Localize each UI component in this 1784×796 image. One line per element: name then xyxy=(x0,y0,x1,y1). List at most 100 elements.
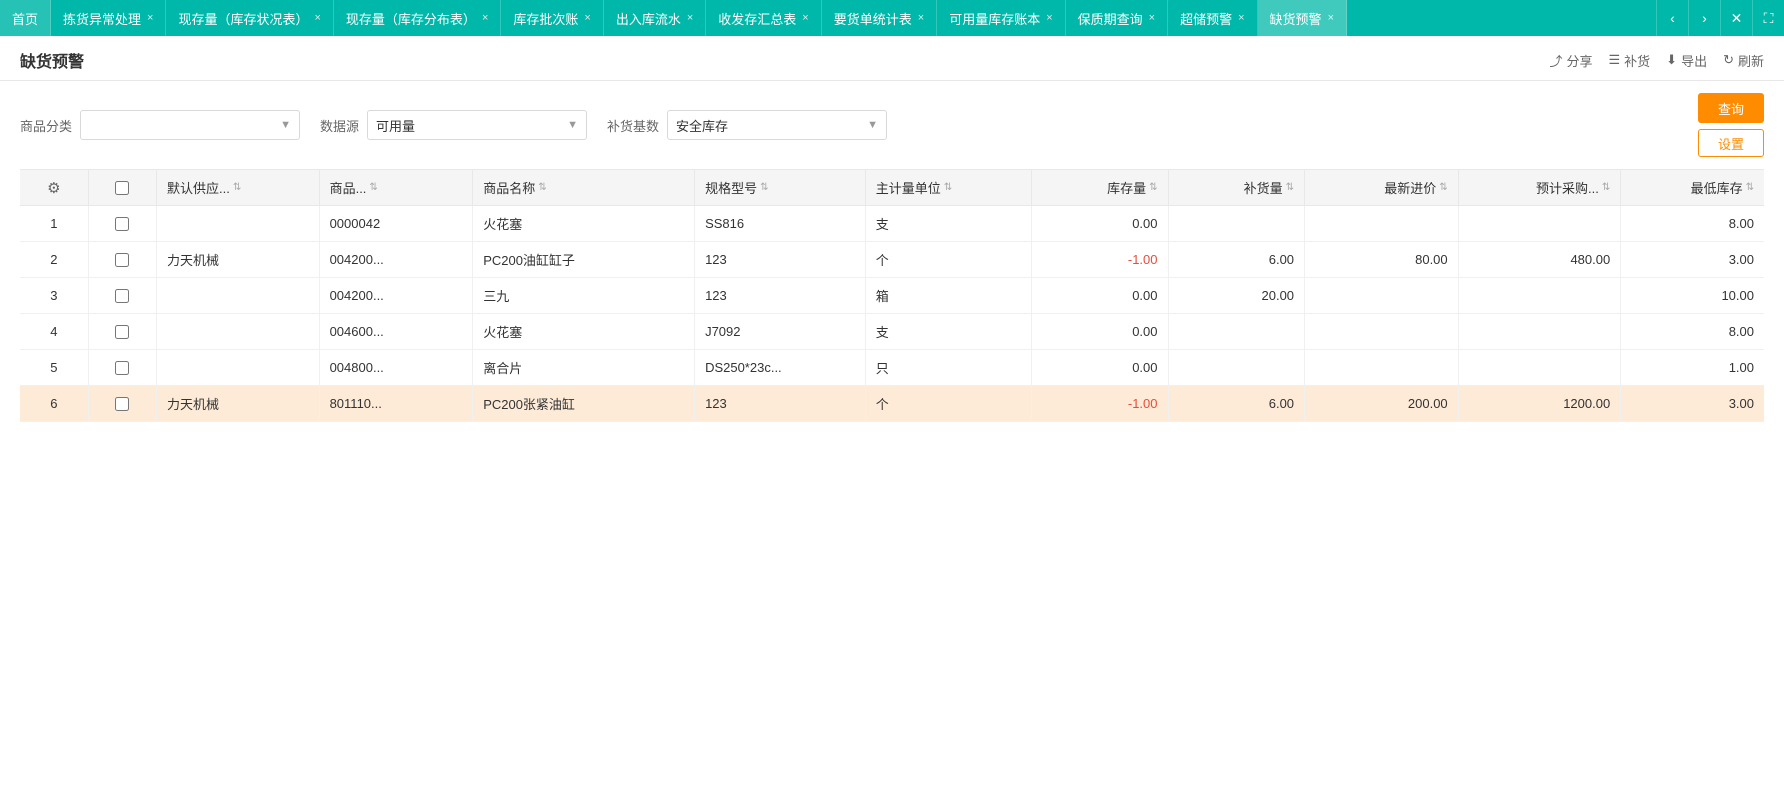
cell-price xyxy=(1305,314,1459,350)
nav-tab-stock2[interactable]: 现存量（库存分布表） × xyxy=(334,0,501,36)
cell-unit: 个 xyxy=(865,386,1031,422)
cell-num: 2 xyxy=(20,242,88,278)
th-min-stock[interactable]: 最低库存 ⇅ xyxy=(1621,170,1764,206)
nav-tab-stock1[interactable]: 现存量（库存状况表） × xyxy=(166,0,333,36)
cell-replenish xyxy=(1168,314,1305,350)
nav-close-btn[interactable]: ✕ xyxy=(1720,0,1752,36)
close-overstock-tab[interactable]: × xyxy=(1238,12,1244,24)
close-batch-tab[interactable]: × xyxy=(584,12,590,24)
sort-replenish-icon: ⇅ xyxy=(1286,182,1294,193)
cell-unit: 箱 xyxy=(865,278,1031,314)
close-expiry-tab[interactable]: × xyxy=(1149,12,1155,24)
table-row: 4 004600... 火花塞 J7092 支 0.00 8.00 xyxy=(20,314,1764,350)
nav-tab-reqstat[interactable]: 要货单统计表 × xyxy=(822,0,937,36)
cell-unit: 个 xyxy=(865,242,1031,278)
sort-supplier-icon: ⇅ xyxy=(233,182,241,193)
category-label: 商品分类 xyxy=(20,116,72,135)
th-supplier[interactable]: 默认供应... ⇅ xyxy=(157,170,320,206)
cell-num: 1 xyxy=(20,206,88,242)
cell-num: 5 xyxy=(20,350,88,386)
nav-tab-flow[interactable]: 出入库流水 × xyxy=(604,0,706,36)
th-unit[interactable]: 主计量单位 ⇅ xyxy=(865,170,1031,206)
table-row: 1 0000042 火花塞 SS816 支 0.00 8.00 xyxy=(20,206,1764,242)
sort-name-icon: ⇅ xyxy=(538,182,546,193)
cell-code: 004600... xyxy=(319,314,473,350)
nav-tab-summary[interactable]: 收发存汇总表 × xyxy=(706,0,821,36)
category-select[interactable]: ▼ xyxy=(80,110,300,140)
th-replenish[interactable]: 补货量 ⇅ xyxy=(1168,170,1305,206)
cell-min-stock: 8.00 xyxy=(1621,206,1764,242)
nav-next-btn[interactable]: › xyxy=(1688,0,1720,36)
close-flow-tab[interactable]: × xyxy=(687,12,693,24)
replenish-btn[interactable]: ☰ 补货 xyxy=(1608,51,1650,70)
nav-prev-btn[interactable]: ‹ xyxy=(1656,0,1688,36)
cell-supplier xyxy=(157,206,320,242)
nav-fullscreen-btn[interactable]: ⛶ xyxy=(1752,0,1784,36)
cell-price: 200.00 xyxy=(1305,386,1459,422)
row-checkbox-0[interactable] xyxy=(115,217,129,231)
nav-tab-shortage[interactable]: 缺货预警 × xyxy=(1258,0,1347,36)
th-code[interactable]: 商品... ⇅ xyxy=(319,170,473,206)
sort-spec-icon: ⇅ xyxy=(760,182,768,193)
share-btn[interactable]: ⤴ 分享 xyxy=(1549,51,1592,70)
close-stock1-tab[interactable]: × xyxy=(314,12,320,24)
cell-num: 3 xyxy=(20,278,88,314)
nav-tab-home[interactable]: 首页 xyxy=(0,0,51,36)
cell-unit: 支 xyxy=(865,314,1031,350)
cell-stock: 0.00 xyxy=(1031,206,1168,242)
th-plan[interactable]: 预计采购... ⇅ xyxy=(1458,170,1621,206)
row-checkbox-2[interactable] xyxy=(115,289,129,303)
settings-gear-icon[interactable]: ⚙ xyxy=(47,180,60,197)
cell-code: 004800... xyxy=(319,350,473,386)
export-btn[interactable]: ⬇ 导出 xyxy=(1666,51,1707,70)
close-shortage-tab[interactable]: × xyxy=(1328,12,1334,24)
row-checkbox-4[interactable] xyxy=(115,361,129,375)
close-summary-tab[interactable]: × xyxy=(802,12,808,24)
settings-button[interactable]: 设置 xyxy=(1698,129,1764,157)
row-checkbox-5[interactable] xyxy=(115,397,129,411)
cell-spec: SS816 xyxy=(695,206,866,242)
nav-tab-expiry[interactable]: 保质期查询 × xyxy=(1066,0,1168,36)
page-header: 缺货预警 ⤴ 分享 ☰ 补货 ⬇ 导出 ↻ 刷新 xyxy=(0,36,1784,81)
th-price[interactable]: 最新进价 ⇅ xyxy=(1305,170,1459,206)
close-reqstat-tab[interactable]: × xyxy=(918,12,924,24)
cell-name: 火花塞 xyxy=(473,314,695,350)
refresh-btn[interactable]: ↻ 刷新 xyxy=(1723,51,1764,70)
nav-tab-available[interactable]: 可用量库存账本 × xyxy=(937,0,1065,36)
cell-plan-purchase xyxy=(1458,350,1621,386)
cell-unit: 只 xyxy=(865,350,1031,386)
cell-code: 0000042 xyxy=(319,206,473,242)
table-header-row: ⚙ 默认供应... ⇅ xyxy=(20,170,1764,206)
datasource-select[interactable]: 可用量 ▼ xyxy=(367,110,587,140)
replenish-base-select-value: 安全库存 xyxy=(676,116,863,135)
close-available-tab[interactable]: × xyxy=(1046,12,1052,24)
close-picking-tab[interactable]: × xyxy=(147,12,153,24)
nav-tab-overstock[interactable]: 超储预警 × xyxy=(1168,0,1257,36)
row-checkbox-1[interactable] xyxy=(115,253,129,267)
replenish-base-label: 补货基数 xyxy=(607,116,659,135)
cell-replenish: 6.00 xyxy=(1168,242,1305,278)
replenish-base-select[interactable]: 安全库存 ▼ xyxy=(667,110,887,140)
th-spec[interactable]: 规格型号 ⇅ xyxy=(695,170,866,206)
cell-spec: 123 xyxy=(695,242,866,278)
th-stock[interactable]: 库存量 ⇅ xyxy=(1031,170,1168,206)
close-stock2-tab[interactable]: × xyxy=(482,12,488,24)
cell-stock: 0.00 xyxy=(1031,278,1168,314)
cell-supplier xyxy=(157,314,320,350)
cell-name: 离合片 xyxy=(473,350,695,386)
nav-tab-batch[interactable]: 库存批次账 × xyxy=(501,0,603,36)
cell-spec: 123 xyxy=(695,278,866,314)
sort-stock-icon: ⇅ xyxy=(1149,182,1157,193)
row-checkbox-3[interactable] xyxy=(115,325,129,339)
sort-unit-icon: ⇅ xyxy=(944,182,952,193)
cell-min-stock: 3.00 xyxy=(1621,242,1764,278)
th-name[interactable]: 商品名称 ⇅ xyxy=(473,170,695,206)
cell-spec: DS250*23c... xyxy=(695,350,866,386)
export-icon: ⬇ xyxy=(1666,52,1677,68)
select-all-checkbox[interactable] xyxy=(115,181,129,195)
sort-min-icon: ⇅ xyxy=(1746,182,1754,193)
query-button[interactable]: 查询 xyxy=(1698,93,1764,123)
replenish-icon: ☰ xyxy=(1608,52,1620,68)
cell-stock: -1.00 xyxy=(1031,386,1168,422)
nav-tab-picking[interactable]: 拣货异常处理 × xyxy=(51,0,166,36)
